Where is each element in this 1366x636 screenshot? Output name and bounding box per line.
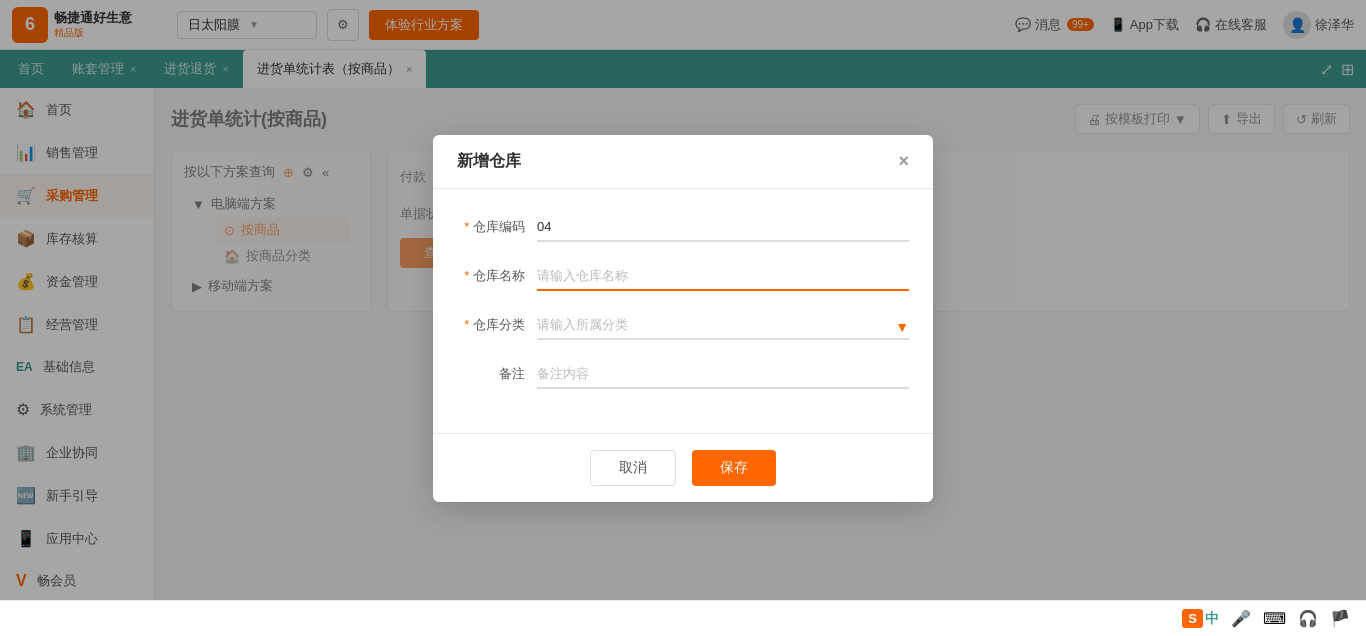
category-control: ▼ [537, 311, 909, 340]
name-required-star: * [464, 268, 469, 283]
category-required-star: * [464, 317, 469, 332]
headset-icon[interactable]: 🎧 [1298, 609, 1318, 628]
flag-icon[interactable]: 🏴 [1330, 609, 1350, 628]
note-label: 备注 [457, 365, 537, 383]
modal-title: 新增仓库 [457, 151, 521, 172]
brand-chinese: 中 [1205, 610, 1219, 628]
add-warehouse-modal: 新增仓库 × * 仓库编码 * 仓库名称 [433, 135, 933, 502]
modal-header: 新增仓库 × [433, 135, 933, 189]
note-input[interactable] [537, 360, 909, 389]
save-button[interactable]: 保存 [692, 450, 776, 486]
form-row-note: 备注 [457, 360, 909, 389]
microphone-icon[interactable]: 🎤 [1231, 609, 1251, 628]
category-select-wrapper: ▼ [537, 311, 909, 340]
cancel-button[interactable]: 取消 [590, 450, 676, 486]
modal-close-button[interactable]: × [898, 151, 909, 172]
name-label: * 仓库名称 [457, 267, 537, 285]
form-row-category: * 仓库分类 ▼ [457, 311, 909, 340]
modal-footer: 取消 保存 [433, 433, 933, 502]
status-bar: S 中 🎤 ⌨ 🎧 🏴 [0, 600, 1366, 636]
status-right: S 中 🎤 ⌨ 🎧 🏴 [1182, 609, 1350, 628]
code-required-star: * [464, 219, 469, 234]
category-dropdown-icon[interactable]: ▼ [895, 319, 909, 335]
category-label: * 仓库分类 [457, 316, 537, 334]
name-control [537, 262, 909, 291]
code-control [537, 213, 909, 242]
note-control [537, 360, 909, 389]
name-input[interactable] [537, 262, 909, 291]
category-input[interactable] [537, 311, 909, 340]
form-row-code: * 仓库编码 [457, 213, 909, 242]
modal-body: * 仓库编码 * 仓库名称 * [433, 189, 933, 433]
code-input[interactable] [537, 213, 909, 242]
code-label: * 仓库编码 [457, 218, 537, 236]
modal-overlay: 新增仓库 × * 仓库编码 * 仓库名称 [0, 0, 1366, 636]
brand-s: S [1182, 609, 1203, 628]
brand-logo: S 中 [1182, 609, 1219, 628]
form-row-name: * 仓库名称 [457, 262, 909, 291]
keyboard-icon[interactable]: ⌨ [1263, 609, 1286, 628]
